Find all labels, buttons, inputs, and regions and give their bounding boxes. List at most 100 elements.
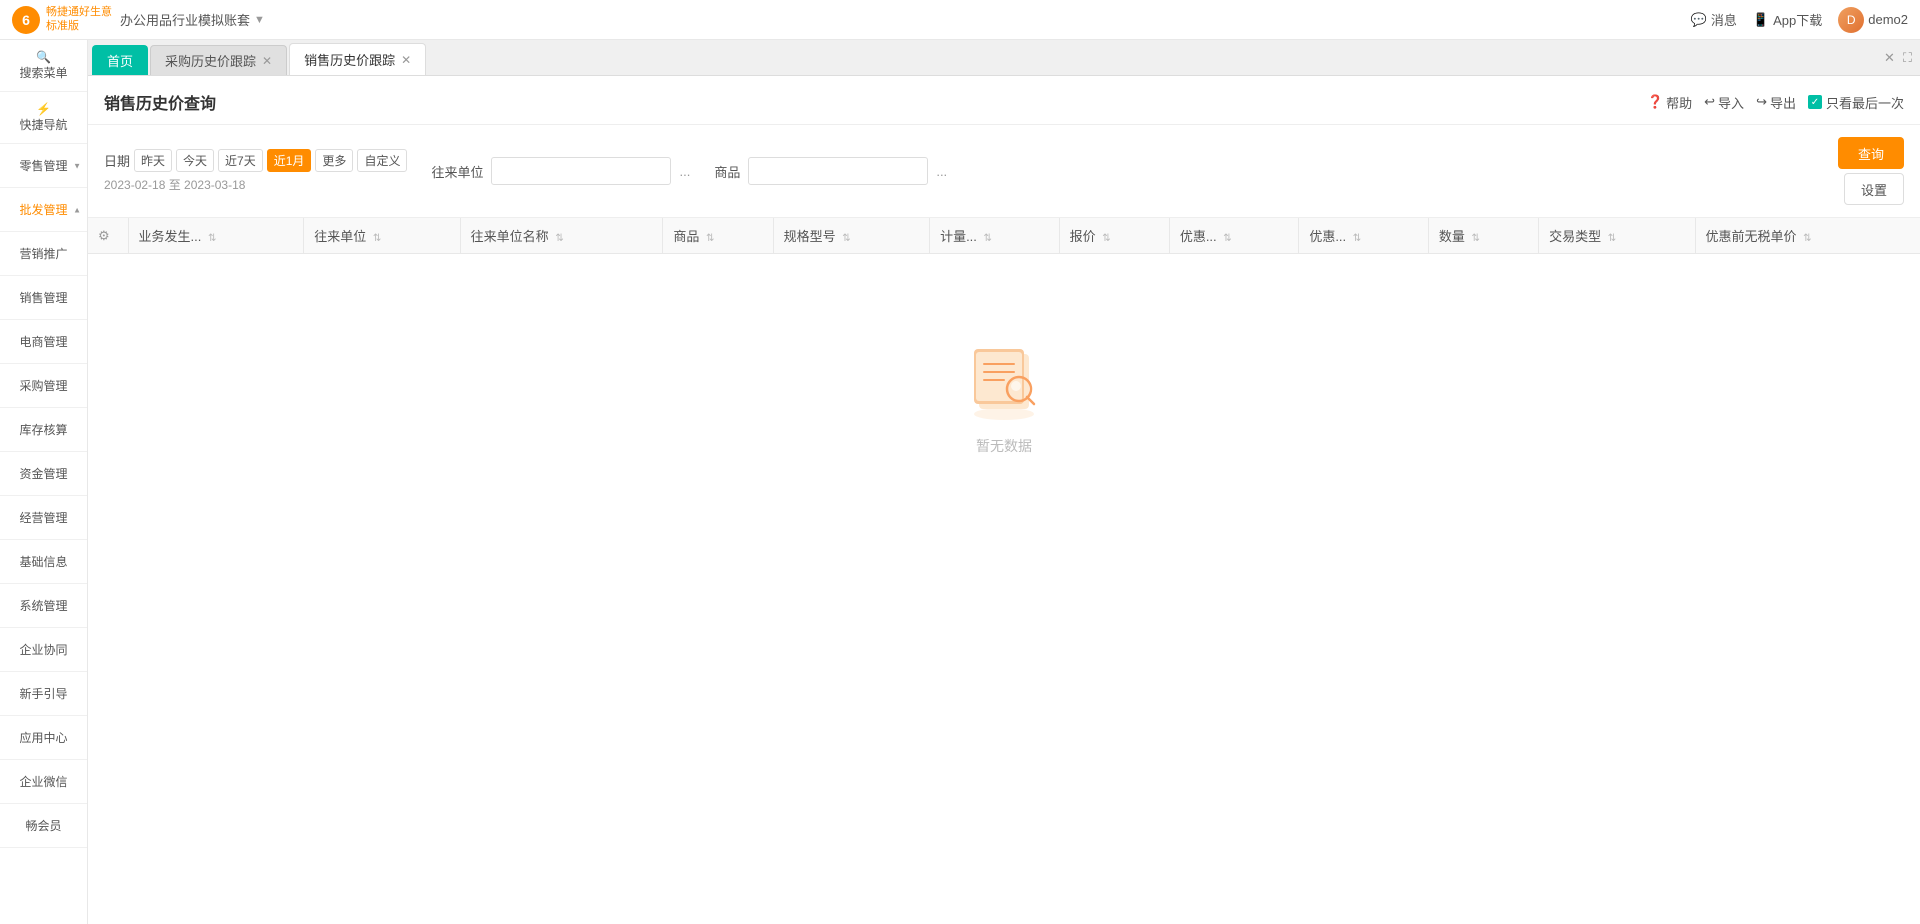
nav-icon: ⚡ [36,102,51,116]
tab-sales-history[interactable]: 销售历史价跟踪 ✕ [289,43,426,75]
sidebar-item-app-center[interactable]: 应用中心 [0,716,87,760]
date-btn-1month[interactable]: 近1月 [267,149,312,172]
sidebar-item-new-guide[interactable]: 新手引导 [0,672,87,716]
th-pretax-price[interactable]: 优惠前无税单价 ⇅ [1695,218,1920,254]
th-discount2[interactable]: 优惠... ⇅ [1299,218,1429,254]
date-range-text: 2023-02-18 至 2023-03-18 [104,176,407,193]
message-button[interactable]: 💬 消息 [1691,10,1737,29]
filter-right: 查询 设置 [1838,137,1904,205]
workspace-selector[interactable]: 办公用品行业模拟账套 ▼ [120,10,265,29]
sidebar-item-marketing[interactable]: 营销推广 [0,232,87,276]
top-bar: 6 畅捷通好生意 标准版 办公用品行业模拟账套 ▼ 💬 消息 📱 App下载 D… [0,0,1920,40]
th-partner-name[interactable]: 往来单位名称 ⇅ [460,218,663,254]
sort-icon: ⇅ [1608,233,1616,244]
sort-icon: ⇅ [555,233,563,244]
date-btn-7days[interactable]: 近7天 [218,149,263,172]
logo-text: 畅捷通好生意 标准版 [46,6,112,32]
page-title: 销售历史价查询 [104,90,216,114]
tab-home[interactable]: 首页 [92,45,148,75]
import-icon: ↩ [1704,94,1715,110]
message-icon: 💬 [1691,12,1707,28]
main-layout: 🔍 搜索菜单 ⚡ 快捷导航 零售管理 批发管理 营销推广 销售管理 电商管理 采… [0,40,1920,924]
sidebar-item-enterprise-wechat[interactable]: 企业微信 [0,760,87,804]
sidebar-item-inventory[interactable]: 库存核算 [0,408,87,452]
partner-dots: ... [679,164,690,179]
data-table: ⚙ 业务发生... ⇅ 往来单位 ⇅ 往来单位名称 [88,218,1920,254]
page-content: 销售历史价查询 ❓ 帮助 ↩ 导入 ↪ 导出 ✓ [88,76,1920,924]
date-range-picker: 日期 昨天 今天 近7天 近1月 更多 自定义 2023-02-18 至 202… [104,149,407,193]
search-icon: 🔍 [36,50,51,64]
table-container: ⚙ 业务发生... ⇅ 往来单位 ⇅ 往来单位名称 [88,218,1920,536]
partner-input[interactable] [491,157,671,185]
page-header-actions: ❓ 帮助 ↩ 导入 ↪ 导出 ✓ 只看最后一次 [1647,93,1904,112]
only-last-checkbox[interactable]: ✓ 只看最后一次 [1808,93,1904,112]
th-spec[interactable]: 规格型号 ⇅ [773,218,929,254]
th-partner-code[interactable]: 往来单位 ⇅ [304,218,460,254]
date-label: 日期 [104,151,130,170]
export-icon: ↪ [1756,94,1767,110]
sidebar-item-enterprise[interactable]: 企业协同 [0,628,87,672]
partner-filter-group: 往来单位 ... [431,157,690,185]
sidebar-item-quick-nav[interactable]: ⚡ 快捷导航 [0,92,87,144]
sidebar-item-finance[interactable]: 资金管理 [0,452,87,496]
tab-purchase-history[interactable]: 采购历史价跟踪 ✕ [150,45,287,75]
sort-icon: ⇅ [706,233,714,244]
tab-close-purchase-history[interactable]: ✕ [262,55,272,67]
goods-label: 商品 [714,162,740,181]
query-button[interactable]: 查询 [1838,137,1904,169]
app-download-button[interactable]: 📱 App下载 [1753,10,1822,29]
help-icon: ❓ [1647,94,1663,110]
logo-area: 6 畅捷通好生意 标准版 [12,6,112,34]
date-btn-yesterday[interactable]: 昨天 [134,149,172,172]
table-settings-icon[interactable]: ⚙ [98,228,110,243]
goods-dots: ... [936,164,947,179]
help-button[interactable]: ❓ 帮助 [1647,93,1692,112]
sidebar-item-wholesale-mgmt[interactable]: 批发管理 [0,188,87,232]
th-discount1[interactable]: 优惠... ⇅ [1169,218,1299,254]
th-goods[interactable]: 商品 ⇅ [663,218,773,254]
date-btn-more[interactable]: 更多 [315,149,353,172]
sidebar-item-vip-member[interactable]: 畅会员 [0,804,87,848]
maximize-icon[interactable]: ⛶ [1903,50,1912,66]
sidebar-item-search-menu[interactable]: 🔍 搜索菜单 [0,40,87,92]
tab-bar-actions: ✕ ⛶ [1884,50,1912,66]
th-qty[interactable]: 数量 ⇅ [1428,218,1538,254]
sidebar-item-ops-mgmt[interactable]: 经营管理 [0,496,87,540]
sort-icon: ⇅ [208,233,216,244]
top-bar-left: 6 畅捷通好生意 标准版 办公用品行业模拟账套 ▼ [12,6,265,34]
goods-filter-group: 商品 ... [714,157,947,185]
user-profile[interactable]: D demo2 [1838,7,1908,33]
th-unit[interactable]: 计量... ⇅ [930,218,1060,254]
sort-icon: ⇅ [842,233,850,244]
logo-icon: 6 [12,6,40,34]
filter-row: 日期 昨天 今天 近7天 近1月 更多 自定义 2023-02-18 至 202… [104,137,1904,205]
sort-icon: ⇅ [984,233,992,244]
partner-label: 往来单位 [431,162,483,181]
empty-text: 暂无数据 [976,436,1032,456]
sidebar-item-basic-info[interactable]: 基础信息 [0,540,87,584]
sidebar-item-ecom-mgmt[interactable]: 电商管理 [0,320,87,364]
export-button[interactable]: ↪ 导出 [1756,93,1796,112]
filter-bar: 日期 昨天 今天 近7天 近1月 更多 自定义 2023-02-18 至 202… [88,125,1920,218]
sidebar-item-sys-mgmt[interactable]: 系统管理 [0,584,87,628]
sidebar: 🔍 搜索菜单 ⚡ 快捷导航 零售管理 批发管理 营销推广 销售管理 电商管理 采… [0,40,88,924]
date-btn-today[interactable]: 今天 [176,149,214,172]
empty-state: 暂无数据 [88,254,1920,536]
goods-input[interactable] [748,157,928,185]
th-quote[interactable]: 报价 ⇅ [1059,218,1169,254]
checkbox-checked-icon: ✓ [1808,95,1822,109]
avatar: D [1838,7,1864,33]
sidebar-item-purchase-mgmt[interactable]: 采购管理 [0,364,87,408]
import-button[interactable]: ↩ 导入 [1704,93,1744,112]
date-btn-custom[interactable]: 自定义 [357,149,407,172]
th-biz-date[interactable]: 业务发生... ⇅ [128,218,304,254]
close-tab-icon[interactable]: ✕ [1884,50,1895,66]
th-trade-type[interactable]: 交易类型 ⇅ [1539,218,1695,254]
empty-illustration [954,334,1054,424]
page-header: 销售历史价查询 ❓ 帮助 ↩ 导入 ↪ 导出 ✓ [88,76,1920,125]
tab-close-sales-history[interactable]: ✕ [401,54,411,66]
sidebar-item-sales-mgmt[interactable]: 销售管理 [0,276,87,320]
sort-icon: ⇅ [373,233,381,244]
sidebar-item-retail-mgmt[interactable]: 零售管理 [0,144,87,188]
settings-button[interactable]: 设置 [1844,173,1904,205]
